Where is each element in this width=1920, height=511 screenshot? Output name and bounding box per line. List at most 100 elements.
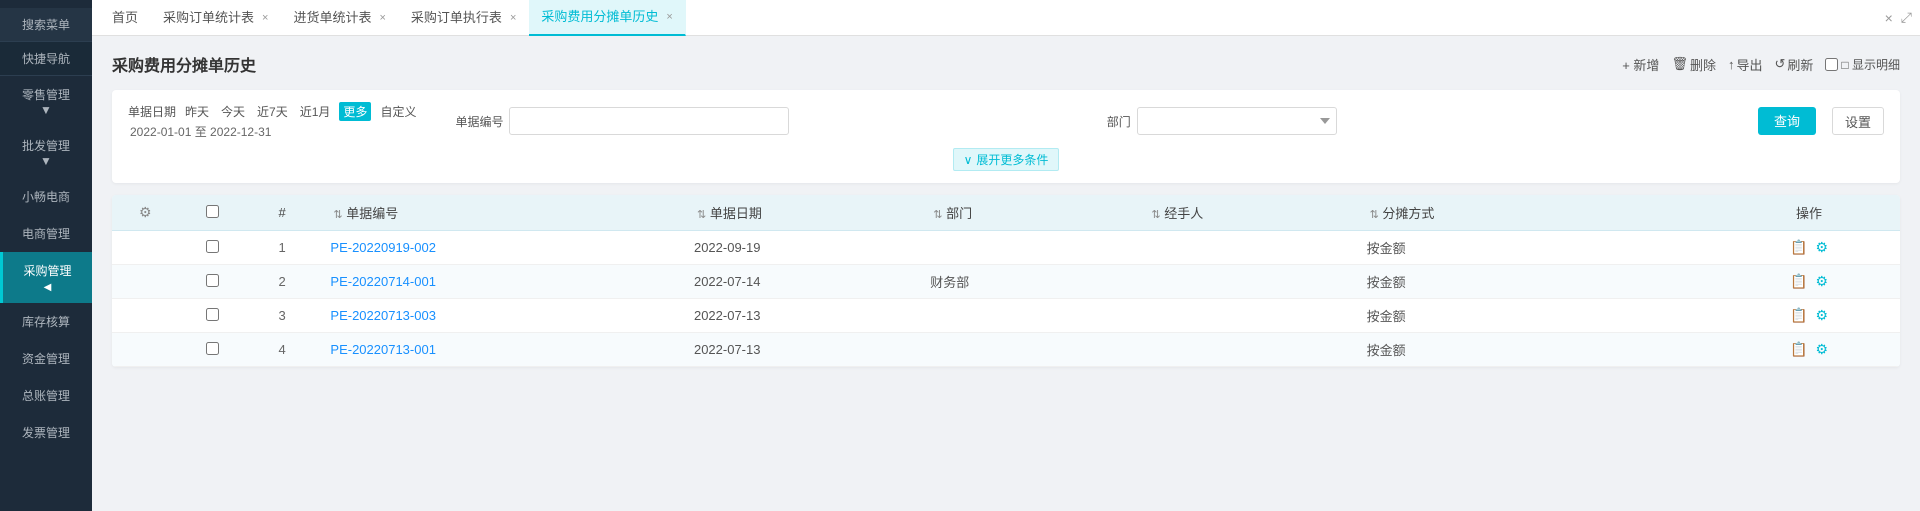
settings-button[interactable]: 设置 (1832, 107, 1884, 135)
row-more-icon-0[interactable]: ⚙ (1816, 239, 1829, 256)
shortcut-more[interactable]: 更多 (339, 102, 371, 121)
sidebar-item-ecom[interactable]: 电商管理 (0, 215, 92, 252)
tab-close-purchase-stats[interactable]: × (262, 0, 268, 36)
row-dept-2 (918, 299, 1136, 333)
show-cols-toggle[interactable]: □ 显示明细 (1825, 56, 1900, 73)
filter-row-1: 单据日期 昨天 今天 近7天 近1月 更多 自定义 2022-01-01 至 2… (128, 102, 1884, 140)
row-dept-3 (918, 333, 1136, 367)
shortcut-1month[interactable]: 近1月 (297, 102, 334, 121)
sort-handler-icon: ⇅ (1151, 208, 1160, 221)
row-more-icon-3[interactable]: ⚙ (1816, 341, 1829, 358)
col-date-header[interactable]: ⇅ 单据日期 (682, 195, 918, 231)
sidebar-item-purchase[interactable]: 采购管理 ◀ (0, 252, 92, 303)
tab-bar-controls: × ⤢ (1885, 9, 1912, 26)
shortcut-today[interactable]: 今天 (218, 102, 248, 121)
add-button[interactable]: + 新增 (1622, 55, 1659, 74)
row-docno-link-3[interactable]: PE-20220713-001 (330, 342, 436, 357)
export-icon: ↑ (1728, 57, 1735, 72)
row-docno-0: PE-20220919-002 (318, 231, 682, 265)
tab-purchase-exec[interactable]: 采购订单执行表 × (399, 0, 529, 36)
row-checkbox-2[interactable] (206, 308, 219, 321)
row-edit-icon-3[interactable]: 📋 (1790, 341, 1807, 358)
filter-area: 单据日期 昨天 今天 近7天 近1月 更多 自定义 2022-01-01 至 2… (112, 90, 1900, 183)
date-label: 单据日期 (128, 103, 176, 120)
main-area: 首页 采购订单统计表 × 进货单统计表 × 采购订单执行表 × 采购费用分摊单历… (92, 0, 1920, 511)
row-docno-link-2[interactable]: PE-20220713-003 (330, 308, 436, 323)
dept-select[interactable] (1137, 107, 1337, 135)
row-edit-icon-0[interactable]: 📋 (1790, 239, 1807, 256)
tab-close-cost-split[interactable]: × (666, 0, 672, 35)
row-action-1: 📋 ⚙ (1718, 265, 1900, 299)
row-checkbox-3[interactable] (206, 342, 219, 355)
row-docno-3: PE-20220713-001 (318, 333, 682, 367)
row-edit-icon-1[interactable]: 📋 (1790, 273, 1807, 290)
delete-button[interactable]: 🗑 删除 (1671, 55, 1716, 74)
sidebar-item-accounting[interactable]: 总账管理 (0, 377, 92, 414)
sort-method-icon: ⇅ (1370, 208, 1379, 221)
col-handler-header[interactable]: ⇅ 经手人 (1136, 195, 1354, 231)
col-settings-header[interactable]: ⚙ (112, 195, 178, 231)
row-more-icon-2[interactable]: ⚙ (1816, 307, 1829, 324)
tab-stock-stats[interactable]: 进货单统计表 × (281, 0, 398, 36)
row-method-1: 按金额 (1355, 265, 1719, 299)
row-edit-icon-2[interactable]: 📋 (1790, 307, 1807, 324)
row-method-3: 按金额 (1355, 333, 1719, 367)
row-date-0: 2022-09-19 (682, 231, 918, 265)
col-dept-header[interactable]: ⇅ 部门 (918, 195, 1136, 231)
col-action-header: 操作 (1718, 195, 1900, 231)
chevron-down-icon: ▼ (40, 103, 52, 117)
row-settings-0 (112, 231, 178, 265)
sidebar-item-search[interactable]: 搜索菜单 (0, 8, 92, 42)
tab-home[interactable]: 首页 (100, 0, 151, 36)
sidebar-item-finance[interactable]: 资金管理 (0, 340, 92, 377)
expand-more-button[interactable]: ∨ 展开更多条件 (953, 148, 1060, 171)
doc-no-label: 单据编号 (455, 113, 503, 130)
shortcut-yesterday[interactable]: 昨天 (182, 102, 212, 121)
row-num-2: 3 (246, 299, 319, 333)
table-row: 3 PE-20220713-003 2022-07-13 按金额 📋 ⚙ (112, 299, 1900, 333)
doc-no-input[interactable] (509, 107, 789, 135)
tab-close-purchase-exec[interactable]: × (510, 0, 516, 36)
row-checkbox-1[interactable] (206, 274, 219, 287)
row-action-0: 📋 ⚙ (1718, 231, 1900, 265)
row-docno-link-1[interactable]: PE-20220714-001 (330, 274, 436, 289)
col-docno-header[interactable]: ⇅ 单据编号 (318, 195, 682, 231)
sidebar-item-wholesale[interactable]: 批发管理 ▼ (0, 127, 92, 178)
dept-label: 部门 (1107, 113, 1131, 130)
row-date-1: 2022-07-14 (682, 265, 918, 299)
row-checkbox-0[interactable] (206, 240, 219, 253)
toolbar: + 新增 🗑 删除 ↑ 导出 ↺ 刷新 □ 显示明细 (1622, 55, 1900, 74)
expand-icon[interactable]: ⤢ (1901, 9, 1912, 26)
row-docno-link-0[interactable]: PE-20220919-002 (330, 240, 436, 255)
data-table: ⚙ # ⇅ 单据编号 ⇅ 单据日期 (112, 195, 1900, 367)
sidebar-item-invoice[interactable]: 发票管理 (0, 414, 92, 451)
tab-cost-split[interactable]: 采购费用分摊单历史 × (529, 0, 685, 36)
data-table-wrapper: ⚙ # ⇅ 单据编号 ⇅ 单据日期 (112, 195, 1900, 367)
row-handler-2 (1136, 299, 1354, 333)
row-action-3: 📋 ⚙ (1718, 333, 1900, 367)
refresh-button[interactable]: ↺ 刷新 (1774, 55, 1813, 74)
row-action-2: 📋 ⚙ (1718, 299, 1900, 333)
table-row: 2 PE-20220714-001 2022-07-14 财务部 按金额 📋 ⚙ (112, 265, 1900, 299)
sidebar-item-quick-nav[interactable]: 快捷导航 (0, 42, 92, 76)
shortcut-7days[interactable]: 近7天 (254, 102, 291, 121)
arrow-right-icon: ◀ (44, 282, 52, 293)
sidebar-item-retail[interactable]: 零售管理 ▼ (0, 76, 92, 127)
sidebar: 搜索菜单 快捷导航 零售管理 ▼ 批发管理 ▼ 小畅电商 电商管理 采购管理 ◀… (0, 0, 92, 511)
query-button[interactable]: 查询 (1758, 107, 1816, 135)
export-button[interactable]: ↑ 导出 (1728, 55, 1763, 74)
sidebar-item-mobile-ecom[interactable]: 小畅电商 (0, 178, 92, 215)
close-all-icon[interactable]: × (1885, 10, 1893, 26)
row-more-icon-1[interactable]: ⚙ (1816, 273, 1829, 290)
table-row: 4 PE-20220713-001 2022-07-13 按金额 📋 ⚙ (112, 333, 1900, 367)
tab-purchase-stats[interactable]: 采购订单统计表 × (151, 0, 281, 36)
col-method-header[interactable]: ⇅ 分摊方式 (1355, 195, 1719, 231)
col-num-header: # (246, 195, 319, 231)
shortcut-custom[interactable]: 自定义 (377, 102, 419, 121)
table-row: 1 PE-20220919-002 2022-09-19 按金额 📋 ⚙ (112, 231, 1900, 265)
refresh-icon: ↺ (1774, 56, 1785, 72)
sidebar-item-inventory[interactable]: 库存核算 (0, 303, 92, 340)
select-all-checkbox[interactable] (206, 205, 219, 218)
show-cols-checkbox[interactable] (1825, 58, 1838, 71)
tab-close-stock-stats[interactable]: × (379, 0, 385, 36)
